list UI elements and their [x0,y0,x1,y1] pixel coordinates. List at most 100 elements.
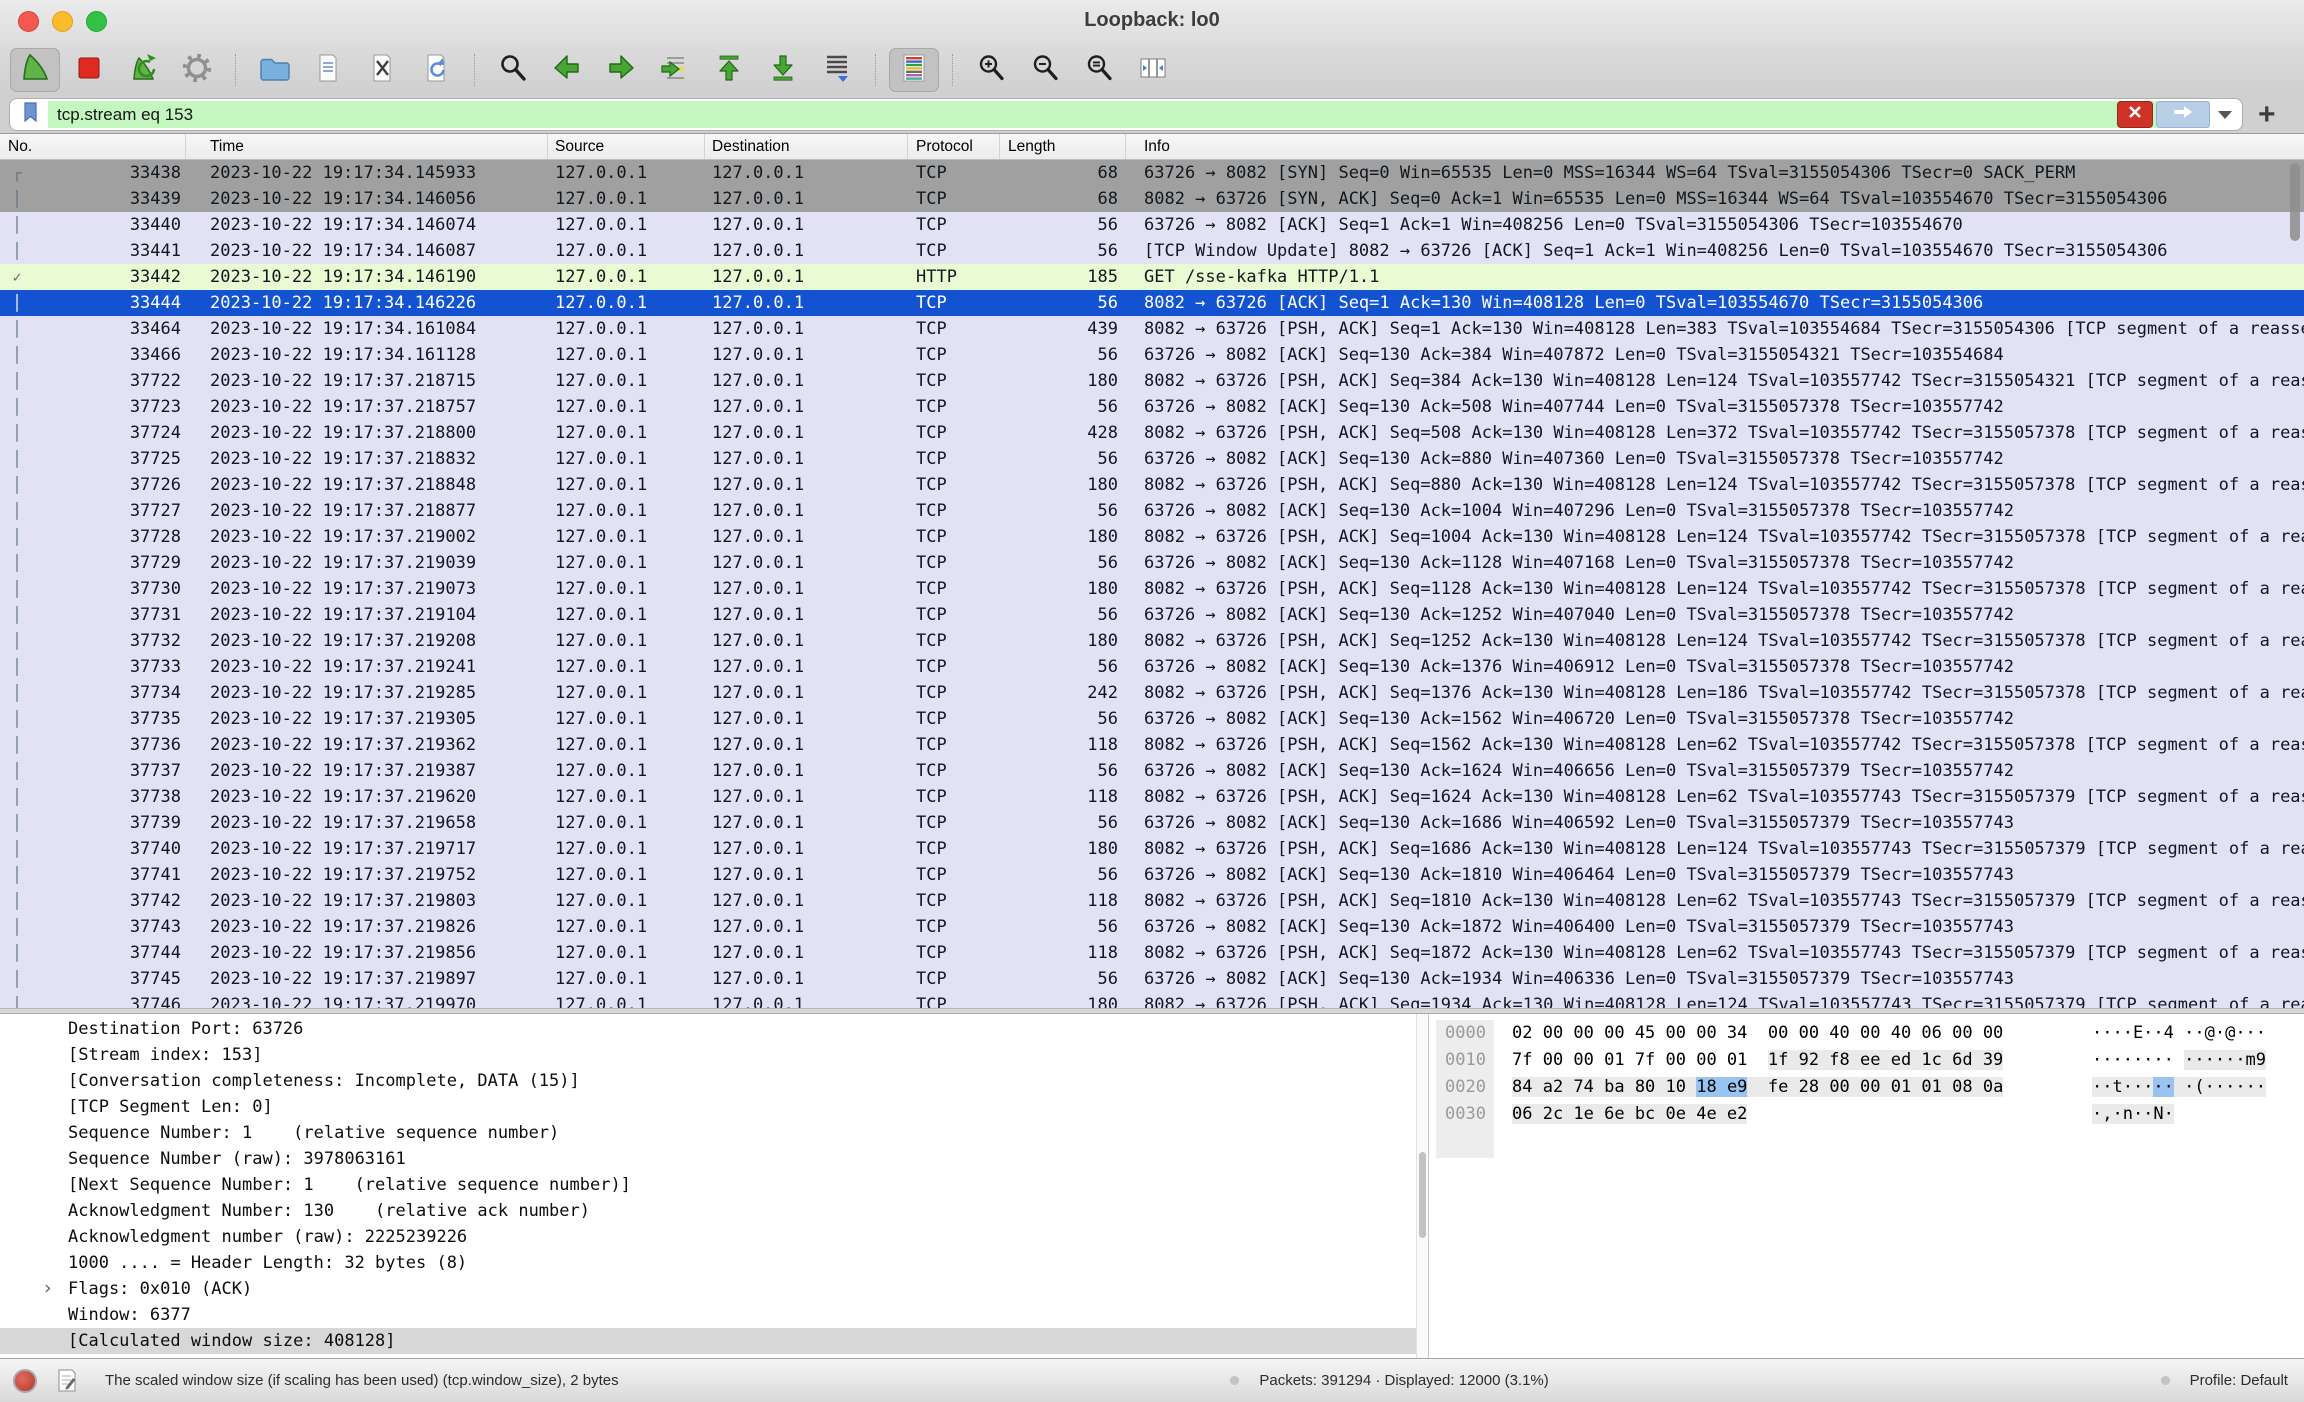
packet-row[interactable]: │377402023-10-22 19:17:37.219717127.0.0.… [0,836,2304,862]
hex-ascii-segment[interactable]: ·,·n··N· [2092,1104,2174,1124]
filter-apply-button[interactable] [2156,101,2210,128]
go-forward-button[interactable] [596,48,646,92]
status-profile[interactable]: Profile: Default [2190,1372,2288,1389]
hex-ascii-segment[interactable]: ······m9 [2184,1050,2266,1070]
packet-row[interactable]: │377462023-10-22 19:17:37.219970127.0.0.… [0,992,2304,1008]
go-back-button[interactable] [542,48,592,92]
detail-line[interactable]: Sequence Number: 1 (relative sequence nu… [0,1120,1416,1146]
go-to-packet-button[interactable] [650,48,700,92]
go-first-button[interactable] [704,48,754,92]
packet-row[interactable]: │377222023-10-22 19:17:37.218715127.0.0.… [0,368,2304,394]
packet-row[interactable]: │377412023-10-22 19:17:37.219752127.0.0.… [0,862,2304,888]
hex-byte-segment[interactable]: 06 2c 1e 6e bc 0e 4e e2 [1512,1104,1747,1124]
hex-ascii[interactable]: ·,·n··N· [2092,1101,2174,1128]
zoom-out-button[interactable] [1020,48,1070,92]
hex-byte-segment[interactable] [1747,1023,1767,1043]
hex-byte-segment[interactable]: 18 e9 [1696,1077,1747,1097]
hex-ascii-segment[interactable] [2174,1077,2184,1097]
detail-line[interactable]: [TCP Segment Len: 0] [0,1094,1416,1120]
auto-scroll-button[interactable] [812,48,862,92]
close-file-button[interactable] [357,48,407,92]
column-header-length[interactable]: Length [1000,134,1126,159]
packet-row[interactable]: │377312023-10-22 19:17:37.219104127.0.0.… [0,602,2304,628]
find-packet-button[interactable] [488,48,538,92]
colorize-button[interactable] [889,48,939,92]
column-header-protocol[interactable]: Protocol [908,134,1000,159]
filter-clear-button[interactable] [2117,101,2153,128]
packet-row[interactable]: │377232023-10-22 19:17:37.218757127.0.0.… [0,394,2304,420]
packet-row[interactable]: │377382023-10-22 19:17:37.219620127.0.0.… [0,784,2304,810]
hex-ascii[interactable]: ····E··4 ··@·@··· [2092,1020,2266,1047]
packet-row[interactable]: │377442023-10-22 19:17:37.219856127.0.0.… [0,940,2304,966]
column-header-info[interactable]: Info [1126,134,2304,159]
restart-capture-button[interactable] [118,48,168,92]
hex-ascii[interactable]: ········ ······m9 [2092,1047,2266,1074]
hex-row[interactable]: 000002 00 00 00 45 00 00 34 00 00 40 00 … [1430,1020,2304,1047]
expand-arrow-icon[interactable]: › [44,1275,52,1301]
detail-line[interactable]: 1000 .... = Header Length: 32 bytes (8) [0,1250,1416,1276]
zoom-in-button[interactable] [966,48,1016,92]
capture-options-button[interactable] [172,48,222,92]
open-file-button[interactable] [249,48,299,92]
packet-row[interactable]: │377452023-10-22 19:17:37.219897127.0.0.… [0,966,2304,992]
hex-bytes[interactable]: 84 a2 74 ba 80 10 18 e9 fe 28 00 00 01 0… [1512,1074,2092,1101]
hex-byte-segment[interactable]: 84 a2 74 ba 80 10 [1512,1077,1696,1097]
packet-row[interactable]: │377252023-10-22 19:17:37.218832127.0.0.… [0,446,2304,472]
detail-line[interactable]: Window: 6377 [0,1302,1416,1328]
stop-capture-button[interactable] [64,48,114,92]
packet-row[interactable]: │377422023-10-22 19:17:37.219803127.0.0.… [0,888,2304,914]
column-header-no[interactable]: No. [0,134,186,159]
hex-ascii-segment[interactable]: ·(······ [2184,1077,2266,1097]
hex-row[interactable]: 003006 2c 1e 6e bc 0e 4e e2·,·n··N· [1430,1101,2304,1128]
packet-row[interactable]: │334642023-10-22 19:17:34.161084127.0.0.… [0,316,2304,342]
scrollbar-thumb[interactable] [1419,1152,1426,1238]
hex-byte-segment[interactable]: 1f 92 f8 ee ed 1c 6d 39 [1768,1050,2003,1070]
packet-row[interactable]: │334392023-10-22 19:17:34.146056127.0.0.… [0,186,2304,212]
hex-byte-segment[interactable]: 7f 00 00 01 7f 00 00 01 [1512,1050,1747,1070]
packet-row[interactable]: ✓334422023-10-22 19:17:34.146190127.0.0.… [0,264,2304,290]
filter-history-chevron[interactable] [2210,101,2240,128]
reload-file-button[interactable] [411,48,461,92]
save-file-button[interactable] [303,48,353,92]
packet-row[interactable]: │377332023-10-22 19:17:37.219241127.0.0.… [0,654,2304,680]
hex-ascii-segment[interactable]: ··@·@··· [2184,1023,2266,1043]
zoom-reset-button[interactable] [1074,48,1124,92]
hex-byte-segment[interactable] [1747,1077,1767,1097]
packet-list-scrollbar[interactable] [2290,163,2300,241]
detail-line[interactable]: Sequence Number (raw): 3978063161 [0,1146,1416,1172]
packet-row[interactable]: │334402023-10-22 19:17:34.146074127.0.0.… [0,212,2304,238]
display-filter-field[interactable]: tcp.stream eq 153 [10,99,2242,130]
packet-row[interactable]: │377322023-10-22 19:17:37.219208127.0.0.… [0,628,2304,654]
hex-byte-segment[interactable]: 00 00 40 00 40 06 00 00 [1768,1023,2003,1043]
packet-row[interactable]: │377262023-10-22 19:17:37.218848127.0.0.… [0,472,2304,498]
packet-row[interactable]: │377282023-10-22 19:17:37.219002127.0.0.… [0,524,2304,550]
detail-line[interactable]: ›Flags: 0x010 (ACK) [0,1276,1416,1302]
display-filter-input[interactable]: tcp.stream eq 153 [48,105,2117,125]
detail-line[interactable]: [Calculated window size: 408128] [0,1328,1416,1354]
hex-ascii-segment[interactable]: ·· [2153,1077,2173,1097]
packet-row[interactable]: │334442023-10-22 19:17:34.146226127.0.0.… [0,290,2304,316]
detail-line[interactable]: Destination Port: 63726 [0,1016,1416,1042]
packet-row[interactable]: │377292023-10-22 19:17:37.219039127.0.0.… [0,550,2304,576]
detail-line[interactable]: [Next Sequence Number: 1 (relative seque… [0,1172,1416,1198]
resize-columns-button[interactable] [1128,48,1178,92]
hex-bytes[interactable]: 7f 00 00 01 7f 00 00 01 1f 92 f8 ee ed 1… [1512,1047,2092,1074]
hex-byte-segment[interactable] [1747,1050,1767,1070]
hex-byte-segment[interactable]: fe 28 00 00 01 01 08 0a [1768,1077,2003,1097]
packet-row[interactable]: │334412023-10-22 19:17:34.146087127.0.0.… [0,238,2304,264]
hex-ascii-segment[interactable]: ····E··4 [2092,1023,2174,1043]
hex-bytes[interactable]: 02 00 00 00 45 00 00 34 00 00 40 00 40 0… [1512,1020,2092,1047]
detail-line[interactable]: Acknowledgment number (raw): 2225239226 [0,1224,1416,1250]
column-header-destination[interactable]: Destination [705,134,908,159]
hex-byte-segment[interactable]: 02 00 00 00 45 00 00 34 [1512,1023,1747,1043]
hex-ascii-segment[interactable] [2174,1023,2184,1043]
packet-row[interactable]: │377362023-10-22 19:17:37.219362127.0.0.… [0,732,2304,758]
packet-row[interactable]: │377242023-10-22 19:17:37.218800127.0.0.… [0,420,2304,446]
hex-bytes[interactable]: 06 2c 1e 6e bc 0e 4e e2 [1512,1101,2092,1128]
column-header-source[interactable]: Source [548,134,705,159]
hex-ascii[interactable]: ··t····· ·(······ [2092,1074,2266,1101]
hex-row[interactable]: 00107f 00 00 01 7f 00 00 01 1f 92 f8 ee … [1430,1047,2304,1074]
packet-row[interactable]: │377432023-10-22 19:17:37.219826127.0.0.… [0,914,2304,940]
detail-line[interactable]: Acknowledgment Number: 130 (relative ack… [0,1198,1416,1224]
hex-ascii-segment[interactable]: ········ [2092,1050,2174,1070]
